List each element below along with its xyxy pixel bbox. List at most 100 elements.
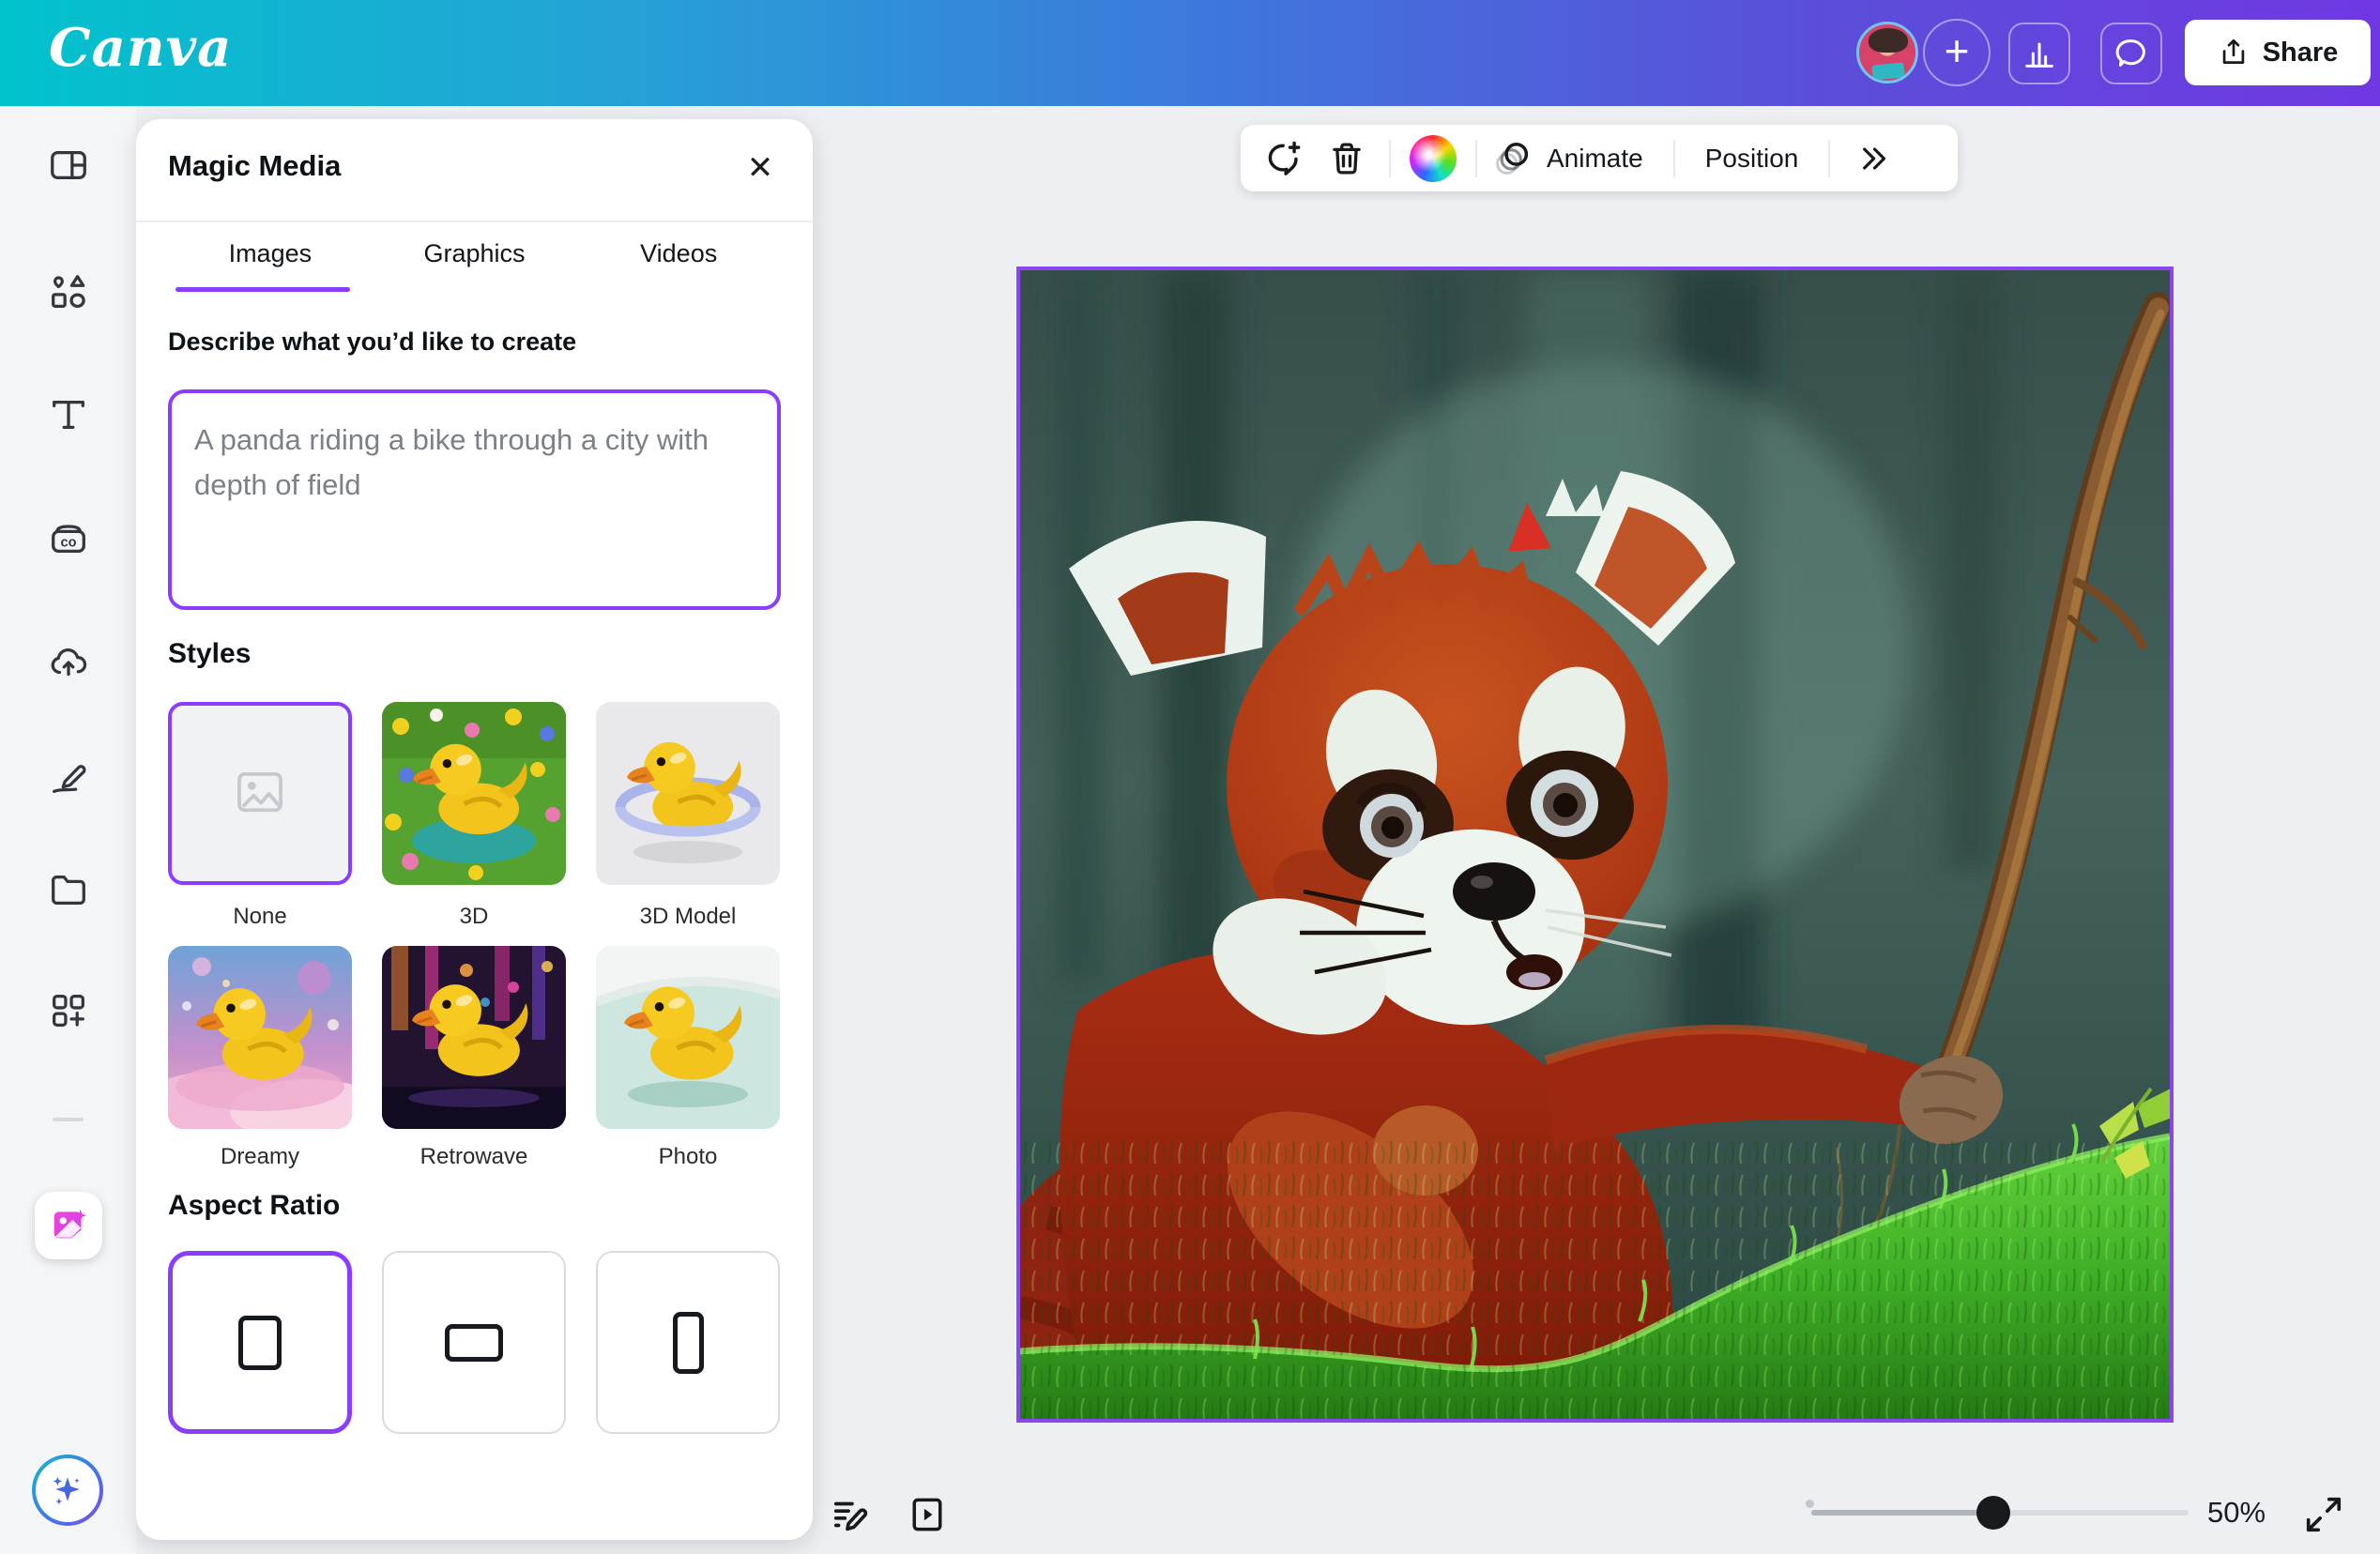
design-icon: [47, 144, 90, 187]
sidebar-item-text[interactable]: [0, 370, 136, 460]
ai-assistant-button[interactable]: [32, 1455, 103, 1526]
share-button[interactable]: Share: [2185, 20, 2371, 85]
sidebar-item-brand[interactable]: co: [0, 494, 136, 584]
prompt-input[interactable]: [168, 389, 781, 610]
upload-icon: [2218, 37, 2250, 69]
style-label-3d: 3D: [382, 904, 566, 930]
folder-icon: [47, 868, 90, 911]
more-toolbar-options-button[interactable]: [1845, 133, 1899, 184]
notes-icon: [829, 1493, 872, 1536]
animate-icon: [1493, 138, 1534, 179]
add-comment-button[interactable]: [1258, 133, 1312, 184]
ratio-card-square[interactable]: [168, 1251, 352, 1434]
toolbar-divider: [1828, 140, 1830, 177]
presentation-icon: [907, 1494, 948, 1535]
share-label: Share: [2263, 38, 2339, 69]
styles-row-1-labels: None 3D 3D Model: [168, 904, 781, 930]
ratio-card-landscape[interactable]: [382, 1251, 566, 1434]
tab-images[interactable]: Images: [168, 222, 373, 294]
ratio-card-portrait[interactable]: [596, 1251, 780, 1434]
active-tab-underline: [175, 287, 350, 292]
comments-button[interactable]: [2100, 23, 2162, 84]
sidebar-item-projects[interactable]: [0, 845, 136, 935]
style-card-3d-model[interactable]: [596, 702, 780, 885]
image-placeholder-icon: [172, 706, 348, 881]
style-label-none: None: [168, 904, 352, 930]
style-label-3d-model: 3D Model: [596, 904, 780, 930]
toolbar-divider: [1673, 140, 1675, 177]
close-panel-button[interactable]: ✕: [736, 144, 785, 192]
fullscreen-button[interactable]: [2297, 1488, 2350, 1541]
canva-logo[interactable]: Canva: [49, 17, 232, 79]
style-label-photo: Photo: [596, 1144, 780, 1170]
sidebar-divider: [53, 1118, 84, 1121]
tab-graphics[interactable]: Graphics: [373, 222, 577, 294]
toolbar-divider: [1389, 140, 1391, 177]
avatar-hair: [1869, 28, 1908, 53]
magic-media-panel: Magic Media ✕ Images Graphics Videos Des…: [136, 119, 813, 1540]
selected-generated-image[interactable]: [1016, 267, 2174, 1423]
color-picker-button[interactable]: [1406, 133, 1460, 184]
style-card-dreamy[interactable]: [168, 946, 352, 1129]
style-card-retrowave[interactable]: [382, 946, 566, 1129]
portrait-ratio-icon: [673, 1312, 704, 1374]
color-wheel-icon: [1410, 135, 1457, 182]
delete-button[interactable]: [1320, 133, 1374, 184]
zoom-level: 50%: [2207, 1496, 2266, 1530]
styles-row-2-labels: Dreamy Retrowave Photo: [168, 1144, 781, 1170]
animate-button[interactable]: Animate: [1543, 144, 1658, 174]
cloud-upload-icon: [47, 641, 90, 684]
tab-videos-label: Videos: [640, 239, 717, 268]
sidebar-item-draw[interactable]: [0, 733, 136, 823]
styles-row-1: [168, 702, 781, 885]
sidebar: co: [0, 106, 136, 1554]
sidebar-item-design[interactable]: [0, 120, 136, 210]
panel-title: Magic Media: [168, 149, 341, 183]
style-card-3d[interactable]: [382, 702, 566, 885]
style-dreamy-thumbnail: [168, 946, 352, 1129]
sparkles-icon: [47, 1470, 88, 1511]
speech-bubble-icon: [2113, 35, 2150, 72]
tab-graphics-label: Graphics: [423, 239, 525, 268]
animate-button-icon[interactable]: [1492, 133, 1535, 184]
panel-tabs: Images Graphics Videos: [168, 222, 781, 294]
zoom-slider-min-marker: [1806, 1500, 1814, 1508]
style-card-none[interactable]: [168, 702, 352, 885]
toolbar-divider: [1475, 140, 1477, 177]
avatar[interactable]: [1856, 22, 1918, 84]
notes-button[interactable]: [826, 1490, 875, 1539]
plus-icon: +: [1945, 29, 1970, 72]
red-panda-artwork: [1020, 270, 2170, 1419]
style-label-retrowave: Retrowave: [382, 1144, 566, 1170]
style-retrowave-thumbnail: [382, 946, 566, 1129]
insights-button[interactable]: [2008, 23, 2070, 84]
draw-icon: [47, 756, 90, 800]
styles-row-2: [168, 946, 781, 1129]
bar-chart-icon: [2021, 35, 2058, 72]
sidebar-item-apps[interactable]: [0, 966, 136, 1056]
trash-icon: [1327, 139, 1366, 178]
style-card-photo[interactable]: [596, 946, 780, 1129]
style-3d-model-thumbnail: [596, 702, 780, 885]
expand-icon: [2302, 1493, 2345, 1536]
apps-icon: [47, 989, 90, 1032]
sidebar-item-elements[interactable]: [0, 247, 136, 337]
tab-videos[interactable]: Videos: [576, 222, 781, 294]
panel-header: Magic Media ✕: [136, 119, 813, 222]
comment-plus-icon: [1264, 138, 1305, 179]
svg-text:co: co: [60, 535, 76, 550]
add-member-button[interactable]: +: [1923, 19, 1991, 86]
style-photo-thumbnail: [596, 946, 780, 1129]
zoom-slider-fill: [1811, 1510, 1994, 1516]
chevron-double-right-icon: [1854, 140, 1891, 177]
styles-label: Styles: [168, 638, 251, 670]
avatar-book: [1871, 62, 1904, 80]
sidebar-item-magic-media-active[interactable]: [35, 1192, 102, 1259]
shapes-icon: [47, 270, 90, 313]
zoom-slider-handle[interactable]: [1976, 1496, 2010, 1530]
square-ratio-icon: [238, 1316, 282, 1370]
present-button[interactable]: [903, 1490, 952, 1539]
sidebar-item-uploads[interactable]: [0, 617, 136, 708]
tab-images-label: Images: [229, 239, 313, 268]
position-button[interactable]: Position: [1690, 144, 1814, 174]
